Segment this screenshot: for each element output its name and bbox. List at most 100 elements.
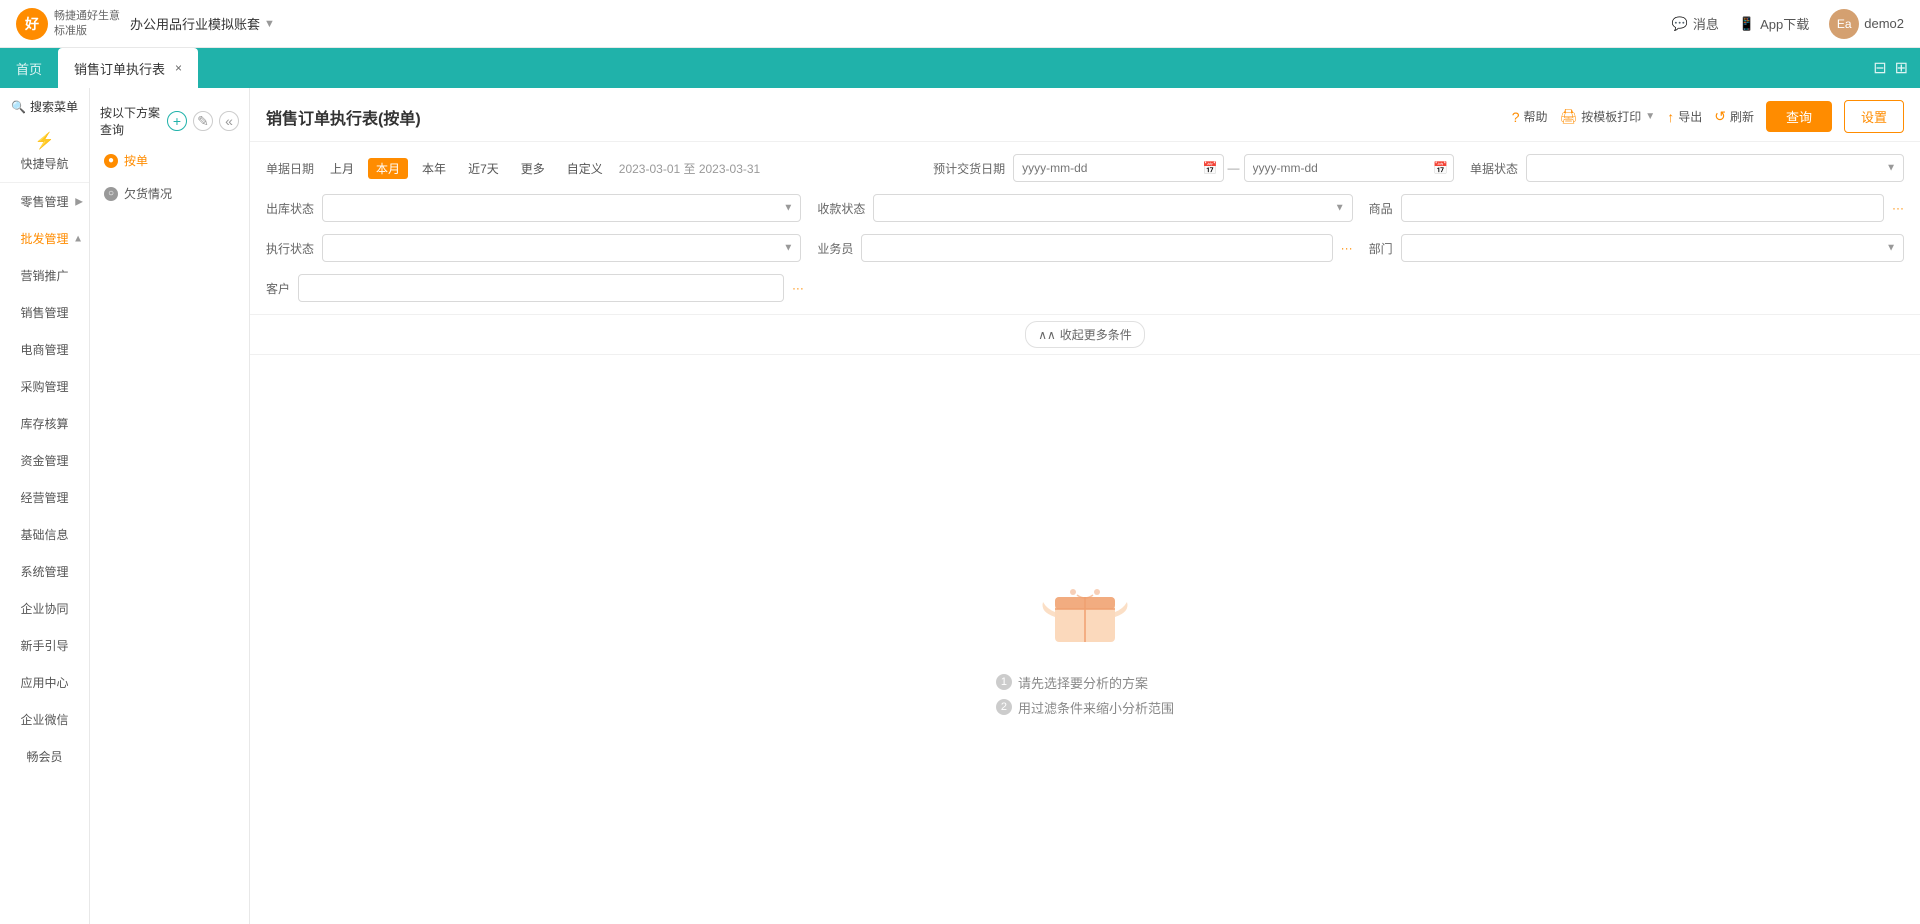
message-button[interactable]: 💬 消息: [1672, 14, 1719, 33]
filter-row-3: 执行状态 业务员 ···: [266, 234, 1904, 262]
quick-nav-icon: ⚡: [35, 131, 55, 151]
sidebar-item-ecommerce[interactable]: 电商管理: [0, 331, 89, 368]
top-header: 好 畅捷通好生意 标准版 办公用品行业模拟账套 ▼ 💬 消息 📱 App下载 E…: [0, 0, 1920, 48]
tab-expand-button[interactable]: ⊞: [1895, 58, 1908, 78]
sidebar-item-purchase[interactable]: 采购管理: [0, 368, 89, 405]
logo-icon: 好: [16, 8, 48, 40]
scheme-item-by-order[interactable]: ● 按单: [90, 144, 249, 177]
sidebar: 🔍 搜索菜单 ⚡ 快捷导航 零售管理 ▶ 批发管理 ▲ 营销推广 销售管理 电商…: [0, 88, 90, 924]
filter-execution-status: 执行状态: [266, 234, 801, 262]
sidebar-item-member[interactable]: 畅会员: [0, 738, 89, 775]
salesperson-input[interactable]: [861, 234, 1332, 262]
user-profile[interactable]: Ea demo2: [1829, 9, 1904, 39]
app-download-button[interactable]: 📱 App下载: [1739, 14, 1809, 33]
sidebar-item-sales[interactable]: 销售管理: [0, 294, 89, 331]
collapse-button[interactable]: ∧∧ 收起更多条件: [1025, 321, 1145, 348]
customer-more-button[interactable]: ···: [792, 281, 804, 295]
scheme-dot-inactive: ○: [104, 187, 118, 201]
department-select[interactable]: [1401, 234, 1904, 262]
salesperson-more-button[interactable]: ···: [1341, 241, 1353, 255]
empty-tip-2: 2 用过滤条件来缩小分析范围: [996, 698, 1174, 717]
shortcut-current-year[interactable]: 本年: [414, 158, 454, 179]
filter-product: 商品 ···: [1369, 194, 1904, 222]
nav-title[interactable]: 办公用品行业模拟账套 ▼: [130, 14, 275, 33]
scheme-edit-button[interactable]: ✎: [193, 111, 213, 131]
shortcut-more[interactable]: 更多: [513, 158, 553, 179]
tab-actions: ⊟ ⊞: [1873, 58, 1920, 78]
customer-input[interactable]: [298, 274, 784, 302]
refresh-button[interactable]: ↺ 刷新: [1714, 108, 1754, 125]
tab-home[interactable]: 首页: [0, 48, 58, 88]
shortcut-current-month[interactable]: 本月: [368, 158, 408, 179]
sidebar-item-marketing[interactable]: 营销推广: [0, 257, 89, 294]
search-icon: 🔍: [11, 100, 26, 114]
tab-minimize-button[interactable]: ⊟: [1873, 58, 1886, 78]
filter-out-status: 出库状态: [266, 194, 801, 222]
date-separator: —: [1228, 161, 1240, 175]
header-right: 💬 消息 📱 App下载 Ea demo2: [1672, 9, 1904, 39]
empty-illustration: [1035, 557, 1135, 657]
delivery-date-to-input[interactable]: [1244, 154, 1454, 182]
export-button[interactable]: ↑ 导出: [1667, 108, 1702, 125]
sidebar-item-retail[interactable]: 零售管理 ▶: [0, 183, 89, 220]
department-select-wrapper: [1401, 234, 1904, 262]
avatar: Ea: [1829, 9, 1859, 39]
sidebar-item-quick-nav[interactable]: ⚡ 快捷导航: [0, 121, 89, 182]
tip-num-2: 2: [996, 699, 1012, 715]
execution-status-select[interactable]: [322, 234, 801, 262]
out-status-select[interactable]: [322, 194, 801, 222]
sidebar-item-operations[interactable]: 经营管理: [0, 479, 89, 516]
filter-row-4: 客户 ···: [266, 274, 1904, 302]
help-button[interactable]: ? 帮助: [1512, 108, 1548, 125]
content-area: 按以下方案查询 + ✎ « ● 按单 ○ 欠货情况: [90, 88, 1920, 924]
header-left: 好 畅捷通好生意 标准版 办公用品行业模拟账套 ▼: [16, 8, 275, 40]
tab-sales-order[interactable]: 销售订单执行表 ×: [58, 48, 198, 88]
logo-text: 畅捷通好生意 标准版: [54, 9, 120, 38]
sidebar-item-wechat[interactable]: 企业微信: [0, 701, 89, 738]
product-input[interactable]: [1401, 194, 1884, 222]
product-more-button[interactable]: ···: [1892, 201, 1904, 215]
right-panel: 销售订单执行表(按单) ? 帮助 🖨 按模板打印 ▼ ↑: [250, 88, 1920, 924]
status-select-wrapper: [1526, 154, 1904, 182]
delivery-date-from-input[interactable]: [1013, 154, 1223, 182]
delivery-date-from-wrapper: 📅: [1013, 154, 1223, 182]
filter-customer: 客户 ···: [266, 274, 804, 302]
sidebar-item-wholesale[interactable]: 批发管理 ▲: [0, 220, 89, 257]
execution-status-wrapper: [322, 234, 801, 262]
left-panel: 按以下方案查询 + ✎ « ● 按单 ○ 欠货情况: [90, 88, 250, 924]
settings-button[interactable]: 设置: [1844, 100, 1904, 133]
scheme-add-button[interactable]: +: [167, 111, 187, 131]
shortcut-last-month[interactable]: 上月: [322, 158, 362, 179]
sidebar-item-inventory[interactable]: 库存核算: [0, 405, 89, 442]
payment-status-select[interactable]: [873, 194, 1352, 222]
logo-area: 好 畅捷通好生意 标准版: [16, 8, 120, 40]
collapse-icon: ∧∧: [1038, 328, 1056, 342]
sidebar-item-apps[interactable]: 应用中心: [0, 664, 89, 701]
scheme-collapse-button[interactable]: «: [219, 111, 239, 131]
sidebar-item-guide[interactable]: 新手引导: [0, 627, 89, 664]
filter-date: 单据日期 上月 本月 本年 近7天 更多 自定义 2023-03-01 至 20…: [266, 158, 917, 179]
scheme-item-shortage[interactable]: ○ 欠货情况: [90, 177, 249, 210]
page-actions: ? 帮助 🖨 按模板打印 ▼ ↑ 导出 ↺: [1512, 100, 1904, 133]
sidebar-item-system[interactable]: 系统管理: [0, 553, 89, 590]
query-button[interactable]: 查询: [1766, 101, 1832, 132]
shortcut-7days[interactable]: 近7天: [460, 158, 507, 179]
date-shortcuts: 上月 本月 本年 近7天 更多 自定义: [322, 158, 611, 179]
filter-status: 单据状态: [1470, 154, 1904, 182]
sidebar-item-cooperation[interactable]: 企业协同: [0, 590, 89, 627]
left-panel-header: 按以下方案查询 + ✎ «: [90, 98, 249, 144]
status-select[interactable]: [1526, 154, 1904, 182]
sidebar-search[interactable]: 🔍 搜索菜单: [0, 88, 89, 121]
sidebar-item-finance[interactable]: 资金管理: [0, 442, 89, 479]
wholesale-arrow-icon: ▲: [73, 233, 83, 244]
retail-arrow-icon: ▶: [75, 196, 83, 207]
print-icon: 🖨: [1560, 108, 1578, 125]
tab-close-button[interactable]: ×: [175, 61, 182, 75]
download-icon: 📱: [1739, 16, 1755, 32]
scheme-dot-active: ●: [104, 154, 118, 168]
empty-state: 1 请先选择要分析的方案 2 用过滤条件来缩小分析范围: [250, 355, 1920, 924]
tip-num-1: 1: [996, 674, 1012, 690]
shortcut-custom[interactable]: 自定义: [559, 158, 611, 179]
sidebar-item-basic-info[interactable]: 基础信息: [0, 516, 89, 553]
print-button[interactable]: 🖨 按模板打印 ▼: [1560, 108, 1656, 125]
